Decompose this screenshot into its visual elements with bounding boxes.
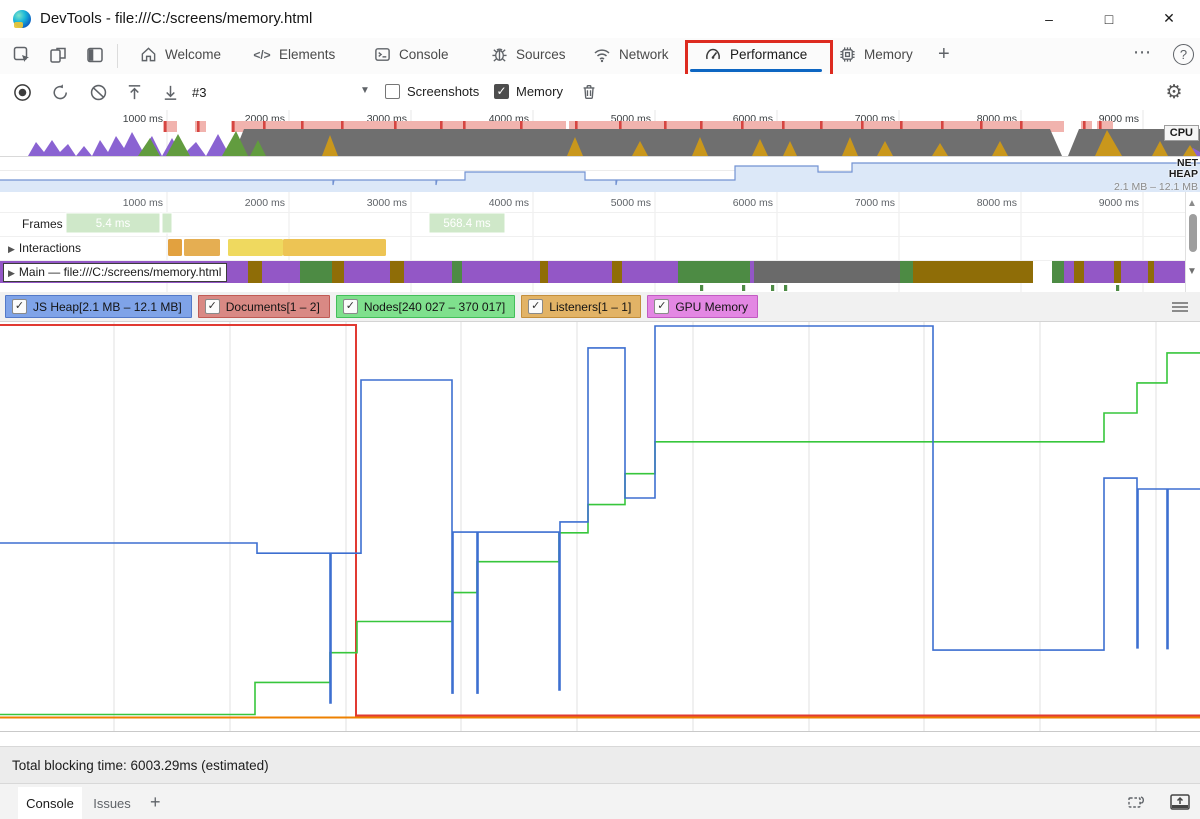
window-title: DevTools - file:///C:/screens/memory.htm… [40, 10, 313, 27]
home-icon [138, 45, 158, 65]
timeline-tracks[interactable]: 1000 ms 2000 ms 3000 ms 4000 ms 5000 ms 6000 … [0, 192, 1200, 293]
tab-memory[interactable]: Memory [837, 38, 913, 71]
tab-welcome[interactable]: Welcome [138, 38, 221, 71]
svg-text:2000 ms: 2000 ms [245, 197, 285, 209]
tab-elements[interactable]: </> Elements [252, 38, 335, 71]
chip-icon [837, 45, 857, 65]
screenshots-label: Screenshots [407, 84, 480, 99]
record-icon[interactable] [10, 80, 34, 104]
disclosure-triangle-icon: ▶ [8, 268, 15, 278]
checkbox-checked-icon[interactable]: ✓ [528, 299, 544, 314]
checkbox-checked-icon[interactable]: ✓ [654, 299, 670, 314]
memory-counter-legend: ✓ JS Heap[2.1 MB – 12.1 MB] ✓ Documents[1 … [0, 292, 1200, 322]
network-icon [592, 45, 612, 65]
svg-text:5.4 ms: 5.4 ms [96, 218, 131, 230]
svg-text:568.4 ms: 568.4 ms [443, 218, 491, 230]
dock-side-icon[interactable] [85, 45, 105, 65]
close-button[interactable]: ✕ [1146, 0, 1192, 37]
tab-network[interactable]: Network [592, 38, 669, 71]
timeline-overview[interactable]: 1000 ms 2000 ms 3000 ms 4000 ms 5000 ms 6000 … [0, 110, 1200, 193]
devtools-app-icon [13, 10, 31, 28]
counter-chip-gpu-memory[interactable]: ✓ GPU Memory [647, 295, 759, 318]
drawer-tab-issues[interactable]: Issues [88, 787, 136, 819]
device-emulation-icon[interactable] [48, 45, 68, 65]
bottom-drawer: Console Issues + [0, 784, 1200, 819]
load-profile-icon[interactable] [158, 80, 182, 104]
svg-text:7000 ms: 7000 ms [855, 197, 895, 209]
counter-chip-js-heap[interactable]: ✓ JS Heap[2.1 MB – 12.1 MB] [5, 295, 192, 318]
clear-icon[interactable] [86, 80, 110, 104]
inspect-element-icon[interactable] [12, 45, 32, 65]
svg-text:1000 ms: 1000 ms [123, 113, 163, 125]
drawer-tab-console[interactable]: Console [18, 787, 82, 819]
tab-sources[interactable]: Sources [489, 38, 566, 71]
interactions-track-label[interactable]: ▶ Interactions [4, 240, 85, 256]
disclosure-triangle-icon: ▶ [8, 244, 15, 254]
svg-text:8000 ms: 8000 ms [977, 197, 1017, 209]
minimize-button[interactable]: – [1026, 0, 1072, 37]
memory-checkbox[interactable]: ✓ [494, 84, 509, 99]
svg-text:3000 ms: 3000 ms [367, 197, 407, 209]
reload-and-record-icon[interactable] [48, 80, 72, 104]
main-track-label[interactable]: ▶ Main — file:///C:/screens/memory.html [3, 263, 228, 282]
heap-overview-label: HEAP [1168, 168, 1198, 180]
performance-tab-callout [685, 40, 833, 77]
console-icon [372, 45, 392, 65]
settings-gear-icon[interactable]: ⚙ [1162, 80, 1186, 104]
more-options-button[interactable]: ⋯ [1133, 42, 1151, 63]
memory-label: Memory [516, 84, 563, 99]
checkbox-checked-icon[interactable]: ✓ [12, 299, 27, 314]
add-drawer-tab-button[interactable]: + [150, 793, 161, 811]
title-bar: DevTools - file:///C:/screens/memory.htm… [0, 0, 1200, 39]
devtools-tab-bar: Welcome </> Elements Console Sources Net… [0, 38, 1200, 77]
svg-text:1000 ms: 1000 ms [123, 197, 163, 209]
svg-text:5000 ms: 5000 ms [611, 197, 651, 209]
expand-drawer-icon[interactable] [1168, 791, 1192, 813]
scroll-down-icon[interactable]: ▼ [1187, 266, 1197, 277]
checkbox-checked-icon[interactable]: ✓ [204, 299, 220, 314]
tracks-scrollbar[interactable]: ▲ ▼ [1185, 192, 1200, 292]
bug-icon [489, 45, 509, 65]
chart-canvas [0, 322, 1200, 731]
performance-toolbar: #3 ▼ Screenshots ✓ Memory [0, 74, 1200, 111]
counter-chip-nodes[interactable]: ✓ Nodes[240 027 – 370 017] [335, 295, 516, 318]
tabbar-divider [117, 44, 118, 68]
total-blocking-time-bar: Total blocking time: 6003.29ms (estimate… [0, 746, 1200, 784]
undock-drawer-icon[interactable] [1125, 791, 1149, 813]
history-selector[interactable]: #3 [192, 85, 206, 100]
screenshots-checkbox[interactable] [385, 84, 400, 99]
hamburger-menu-icon[interactable] [1172, 300, 1188, 314]
scroll-up-icon[interactable]: ▲ [1187, 198, 1197, 209]
code-icon: </> [253, 47, 271, 62]
cpu-overview-label: CPU [1163, 125, 1199, 141]
svg-text:9000 ms: 9000 ms [1099, 197, 1139, 209]
frames-track-label: Frames [20, 216, 65, 232]
memory-counters-chart[interactable] [0, 322, 1200, 732]
counter-chip-listeners[interactable]: ✓ Listeners[1 – 1] [521, 295, 642, 318]
save-profile-icon[interactable] [122, 80, 146, 104]
svg-text:4000 ms: 4000 ms [489, 197, 529, 209]
checkbox-checked-icon[interactable]: ✓ [342, 299, 358, 314]
devtools-window: { "window": { "title": "DevTools - file:… [0, 0, 1200, 819]
trash-icon[interactable] [577, 80, 601, 104]
tab-console[interactable]: Console [372, 38, 449, 71]
total-blocking-time-text: Total blocking time: 6003.29ms (estimate… [12, 757, 269, 773]
counter-chip-documents[interactable]: ✓ Documents[1 – 2] [197, 295, 330, 318]
help-button[interactable]: ? [1173, 44, 1194, 65]
maximize-button[interactable]: □ [1086, 0, 1132, 37]
more-tabs-button[interactable]: + [938, 43, 950, 66]
scrollbar-thumb[interactable] [1189, 214, 1197, 252]
svg-text:6000 ms: 6000 ms [733, 197, 773, 209]
overview-canvas: 1000 ms 2000 ms 3000 ms 4000 ms 5000 ms 6000 … [0, 110, 1200, 192]
history-dropdown-arrow[interactable]: ▼ [360, 85, 370, 96]
